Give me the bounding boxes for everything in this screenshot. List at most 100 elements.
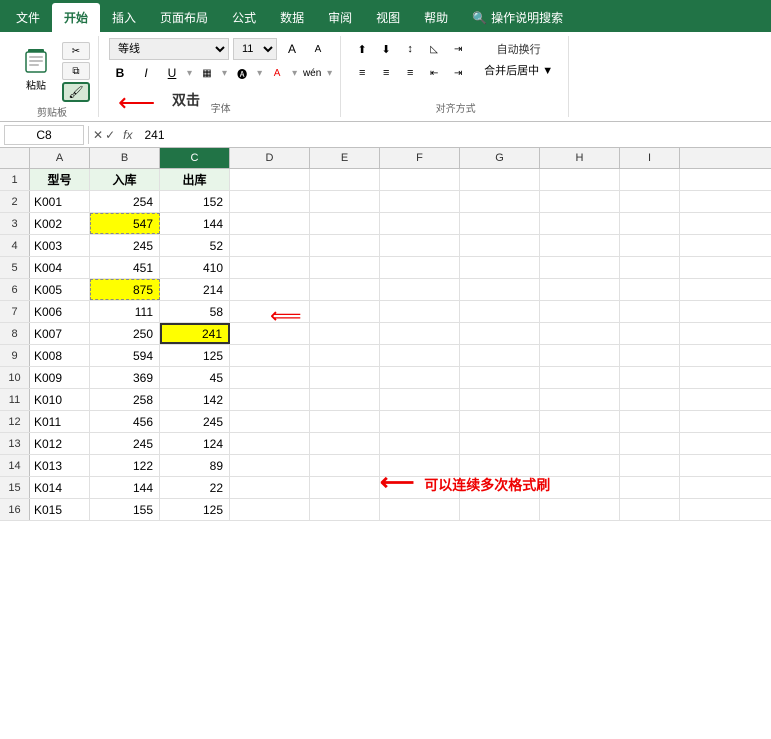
cell-e10[interactable] [310,367,380,388]
cell-a16[interactable]: K015 [30,499,90,520]
cell-i14[interactable] [620,455,680,476]
cell-h2[interactable] [540,191,620,212]
cell-c13[interactable]: 124 [160,433,230,454]
tab-insert[interactable]: 插入 [100,3,148,32]
cell-i7[interactable] [620,301,680,322]
indent-more-button[interactable]: ⇥ [447,62,469,84]
cell-h13[interactable] [540,433,620,454]
cell-h9[interactable] [540,345,620,366]
tab-layout[interactable]: 页面布局 [148,3,220,32]
font-grow-button[interactable]: A [281,38,303,60]
cell-i16[interactable] [620,499,680,520]
cell-g8[interactable] [460,323,540,344]
cell-h10[interactable] [540,367,620,388]
cell-b9[interactable]: 594 [90,345,160,366]
tab-data[interactable]: 数据 [268,3,316,32]
cell-f11[interactable] [380,389,460,410]
cell-i8[interactable] [620,323,680,344]
cell-b3[interactable]: 547 [90,213,160,234]
cell-a8[interactable]: K007 [30,323,90,344]
cell-reference-input[interactable] [4,125,84,145]
cell-i11[interactable] [620,389,680,410]
angle-text-button[interactable]: ◺ [423,38,445,60]
cell-b7[interactable]: 111 [90,301,160,322]
cell-f16[interactable] [380,499,460,520]
cancel-formula-icon[interactable]: ✕ [93,128,103,142]
cell-i4[interactable] [620,235,680,256]
cell-f4[interactable] [380,235,460,256]
cell-e13[interactable] [310,433,380,454]
cell-c8[interactable]: 241 [160,323,230,344]
cell-e16[interactable] [310,499,380,520]
italic-button[interactable]: I [135,62,157,84]
cell-d11[interactable] [230,389,310,410]
cell-b13[interactable]: 245 [90,433,160,454]
cell-g9[interactable] [460,345,540,366]
cell-c2[interactable]: 152 [160,191,230,212]
cell-d6[interactable] [230,279,310,300]
tab-review[interactable]: 审阅 [316,3,364,32]
cell-b11[interactable]: 258 [90,389,160,410]
tab-home[interactable]: 开始 [52,3,100,32]
cell-d3[interactable] [230,213,310,234]
cell-f12[interactable] [380,411,460,432]
cut-button[interactable]: ✂ [62,42,90,60]
cell-a15[interactable]: K014 [30,477,90,498]
cell-c14[interactable]: 89 [160,455,230,476]
cell-f2[interactable] [380,191,460,212]
cell-d5[interactable] [230,257,310,278]
cell-b15[interactable]: 144 [90,477,160,498]
cell-d10[interactable] [230,367,310,388]
tab-help[interactable]: 帮助 [412,3,460,32]
cell-i1[interactable] [620,169,680,190]
cell-e8[interactable] [310,323,380,344]
cell-h11[interactable] [540,389,620,410]
cell-a11[interactable]: K010 [30,389,90,410]
font-name-select[interactable]: 等线 [109,38,229,60]
cell-b6[interactable]: 875 [90,279,160,300]
underline-button[interactable]: U [161,62,183,84]
cell-c9[interactable]: 125 [160,345,230,366]
cell-e1[interactable] [310,169,380,190]
cell-c11[interactable]: 142 [160,389,230,410]
align-top-button[interactable]: ⬆ [351,38,373,60]
cell-e2[interactable] [310,191,380,212]
cell-g15[interactable] [460,477,540,498]
cell-g10[interactable] [460,367,540,388]
cell-a7[interactable]: K006 [30,301,90,322]
cell-f14[interactable] [380,455,460,476]
cell-d9[interactable] [230,345,310,366]
cell-g11[interactable] [460,389,540,410]
font-color-button[interactable]: A [266,62,288,84]
cell-h6[interactable] [540,279,620,300]
align-center-button[interactable]: ≡ [375,62,397,84]
cell-c16[interactable]: 125 [160,499,230,520]
bold-button[interactable]: B [109,62,131,84]
cell-a9[interactable]: K008 [30,345,90,366]
cell-i10[interactable] [620,367,680,388]
cell-b16[interactable]: 155 [90,499,160,520]
cell-g4[interactable] [460,235,540,256]
cell-e15[interactable] [310,477,380,498]
cell-i9[interactable] [620,345,680,366]
cell-d4[interactable] [230,235,310,256]
cell-i5[interactable] [620,257,680,278]
cell-b8[interactable]: 250 [90,323,160,344]
cell-e4[interactable] [310,235,380,256]
cell-i15[interactable] [620,477,680,498]
tab-formula[interactable]: 公式 [220,3,268,32]
cell-g12[interactable] [460,411,540,432]
cell-f1[interactable] [380,169,460,190]
fill-color-button[interactable]: 🅐 [231,62,253,84]
cell-e12[interactable] [310,411,380,432]
align-bottom-button[interactable]: ↕ [399,38,421,60]
cell-f10[interactable] [380,367,460,388]
paste-button[interactable]: 粘贴 [14,38,58,98]
cell-h16[interactable] [540,499,620,520]
cell-h5[interactable] [540,257,620,278]
cell-e11[interactable] [310,389,380,410]
cell-g2[interactable] [460,191,540,212]
cell-c15[interactable]: 22 [160,477,230,498]
cell-a6[interactable]: K005 [30,279,90,300]
cell-b14[interactable]: 122 [90,455,160,476]
